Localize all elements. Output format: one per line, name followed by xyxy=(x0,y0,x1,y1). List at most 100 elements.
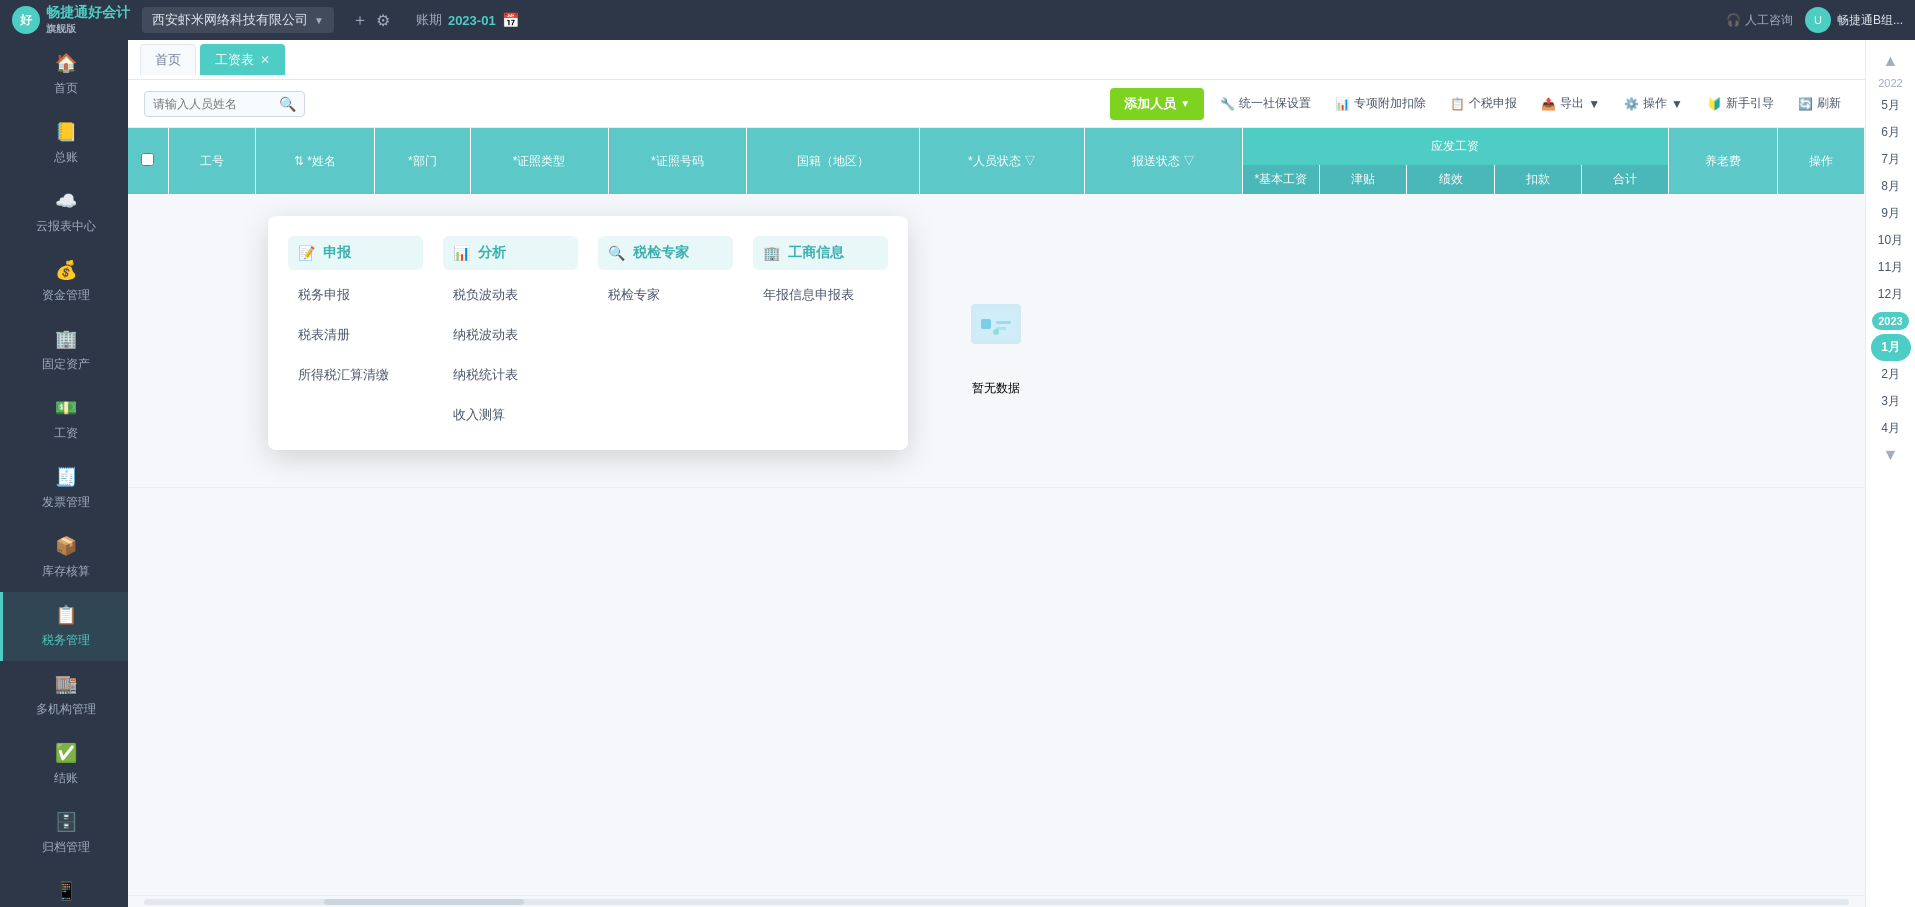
add-employee-button[interactable]: 添加人员 ▼ xyxy=(1110,88,1204,120)
month-item-7[interactable]: 7月 xyxy=(1871,146,1911,173)
social-security-icon: 🔧 xyxy=(1220,97,1235,111)
sidebar-label-fund: 资金管理 xyxy=(42,287,90,304)
special-deduction-icon: 📊 xyxy=(1335,97,1350,111)
sidebar-item-mini-sales[interactable]: 📱 小畅报销 xyxy=(0,868,128,907)
month-item-12[interactable]: 12月 xyxy=(1871,281,1911,308)
refresh-button[interactable]: 🔄 刷新 xyxy=(1790,90,1849,117)
col-deduction: 扣款 xyxy=(1494,165,1581,194)
export-button[interactable]: 📤 导出 ▼ xyxy=(1533,90,1608,117)
svg-point-5 xyxy=(993,329,999,335)
month-item-5[interactable]: 5月 xyxy=(1871,92,1911,119)
col-group-salary: 应发工资 xyxy=(1242,128,1669,165)
tab-home-label: 首页 xyxy=(155,51,181,69)
col-checkbox[interactable] xyxy=(128,128,168,194)
month-item-8[interactable]: 8月 xyxy=(1871,173,1911,200)
menu-item-tax-expert[interactable]: 税检专家 xyxy=(598,280,733,310)
month-item-9[interactable]: 9月 xyxy=(1871,200,1911,227)
top-bar-actions: ＋ ⚙ xyxy=(352,10,390,31)
add-company-icon[interactable]: ＋ xyxy=(352,10,368,31)
sidebar-item-multi-org[interactable]: 🏬 多机构管理 xyxy=(0,661,128,730)
sort-icon: ⇅ xyxy=(294,154,304,168)
settings-icon[interactable]: ⚙ xyxy=(376,11,390,30)
dropdown-col-analysis: 📊 分析 税负波动表 纳税波动表 纳税统计表 收入测算 xyxy=(443,236,578,430)
period-value: 2023-01 xyxy=(448,13,496,28)
scroll-thumb[interactable] xyxy=(324,899,524,905)
dropdown-header-business-info: 🏢 工商信息 xyxy=(753,236,888,270)
month-item-6[interactable]: 6月 xyxy=(1871,119,1911,146)
month-item-3[interactable]: 3月 xyxy=(1871,388,1911,415)
menu-item-income-estimate[interactable]: 收入测算 xyxy=(443,400,578,430)
user-info[interactable]: U 畅捷通B组... xyxy=(1805,7,1903,33)
main-layout: 🏠 首页 📒 总账 ☁️ 云报表中心 💰 资金管理 🏢 固定资产 💵 工资 🧾 … xyxy=(0,40,1915,907)
personal-tax-button[interactable]: 📋 个税申报 xyxy=(1442,90,1525,117)
company-name: 西安虾米网络科技有限公司 xyxy=(152,11,308,29)
new-guide-button[interactable]: 🔰 新手引导 xyxy=(1699,90,1782,117)
sidebar-item-general-ledger[interactable]: 📒 总账 xyxy=(0,109,128,178)
date-panel-up-icon[interactable]: ▲ xyxy=(1879,48,1903,74)
sidebar-item-tax[interactable]: 📋 税务管理 xyxy=(0,592,128,661)
top-bar: 好 畅捷通好会计 旗舰版 西安虾米网络科技有限公司 ▼ ＋ ⚙ 账期 2023-… xyxy=(0,0,1915,40)
app-name: 畅捷通好会计 xyxy=(46,4,130,22)
help-button[interactable]: 🎧 人工咨询 xyxy=(1726,12,1793,29)
menu-item-tax-form[interactable]: 税表清册 xyxy=(288,320,423,350)
company-selector[interactable]: 西安虾米网络科技有限公司 ▼ xyxy=(142,7,334,33)
sidebar-item-fund[interactable]: 💰 资金管理 xyxy=(0,247,128,316)
report-filter-icon[interactable]: ▽ xyxy=(1183,154,1195,168)
select-all-checkbox[interactable] xyxy=(141,153,154,166)
search-box[interactable]: 🔍 xyxy=(144,91,305,117)
add-employee-label: 添加人员 xyxy=(1124,95,1176,113)
user-avatar: U xyxy=(1805,7,1831,33)
search-input[interactable] xyxy=(153,97,273,111)
operation-chevron-icon: ▼ xyxy=(1671,97,1683,111)
operation-button[interactable]: ⚙️ 操作 ▼ xyxy=(1616,90,1691,117)
tab-close-icon[interactable]: ✕ xyxy=(260,53,270,67)
sidebar-item-fixed-assets[interactable]: 🏢 固定资产 xyxy=(0,316,128,385)
sidebar-label-fixed-assets: 固定资产 xyxy=(42,356,90,373)
logo-icon: 好 xyxy=(12,6,40,34)
sidebar-item-salary[interactable]: 💵 工资 xyxy=(0,385,128,454)
sidebar-label-home: 首页 xyxy=(54,80,78,97)
dropdown-col-business-info: 🏢 工商信息 年报信息申报表 xyxy=(753,236,888,430)
export-label: 导出 xyxy=(1560,95,1584,112)
guide-icon: 🔰 xyxy=(1707,97,1722,111)
menu-item-tax-stats[interactable]: 纳税统计表 xyxy=(443,360,578,390)
menu-item-tax-burden[interactable]: 税负波动表 xyxy=(443,280,578,310)
search-icon: 🔍 xyxy=(279,96,296,112)
tab-salary-label: 工资表 xyxy=(215,51,254,69)
month-item-4[interactable]: 4月 xyxy=(1871,415,1911,442)
tab-salary[interactable]: 工资表 ✕ xyxy=(200,44,285,75)
month-item-10[interactable]: 10月 xyxy=(1871,227,1911,254)
scroll-bar-area xyxy=(128,895,1865,907)
export-icon: 📤 xyxy=(1541,97,1556,111)
new-guide-label: 新手引导 xyxy=(1726,95,1774,112)
status-filter-icon[interactable]: ▽ xyxy=(1024,154,1036,168)
multi-org-icon: 🏬 xyxy=(55,673,77,695)
menu-item-tax-wave[interactable]: 纳税波动表 xyxy=(443,320,578,350)
special-deduction-label: 专项附加扣除 xyxy=(1354,95,1426,112)
tax-icon: 📋 xyxy=(55,604,77,626)
special-deduction-button[interactable]: 📊 专项附加扣除 xyxy=(1327,90,1434,117)
sidebar-item-home[interactable]: 🏠 首页 xyxy=(0,40,128,109)
month-item-2[interactable]: 2月 xyxy=(1871,361,1911,388)
sidebar-item-cloud-report[interactable]: ☁️ 云报表中心 xyxy=(0,178,128,247)
sidebar-item-period-end[interactable]: ✅ 结账 xyxy=(0,730,128,799)
sidebar-item-archive[interactable]: 🗄️ 归档管理 xyxy=(0,799,128,868)
menu-item-annual-report[interactable]: 年报信息申报表 xyxy=(753,280,888,310)
tab-home[interactable]: 首页 xyxy=(140,44,196,75)
export-chevron-icon: ▼ xyxy=(1588,97,1600,111)
operation-icon: ⚙️ xyxy=(1624,97,1639,111)
menu-item-income-tax[interactable]: 所得税汇算清缴 xyxy=(288,360,423,390)
menu-item-tax-declaration[interactable]: 税务申报 xyxy=(288,280,423,310)
scroll-track xyxy=(144,899,1849,905)
social-security-button[interactable]: 🔧 统一社保设置 xyxy=(1212,90,1319,117)
date-panel-down-icon[interactable]: ▼ xyxy=(1879,442,1903,468)
dropdown-col-declaration: 📝 申报 税务申报 税表清册 所得税汇算清缴 xyxy=(288,236,423,430)
current-year-label: 2023 xyxy=(1872,312,1908,330)
month-item-1-active[interactable]: 1月 xyxy=(1871,334,1911,361)
svg-rect-3 xyxy=(996,321,1011,324)
month-item-11[interactable]: 11月 xyxy=(1871,254,1911,281)
sidebar-item-inventory[interactable]: 📦 库存核算 xyxy=(0,523,128,592)
calendar-icon[interactable]: 📅 xyxy=(502,12,519,28)
col-total: 合计 xyxy=(1581,165,1668,194)
sidebar-item-invoice[interactable]: 🧾 发票管理 xyxy=(0,454,128,523)
